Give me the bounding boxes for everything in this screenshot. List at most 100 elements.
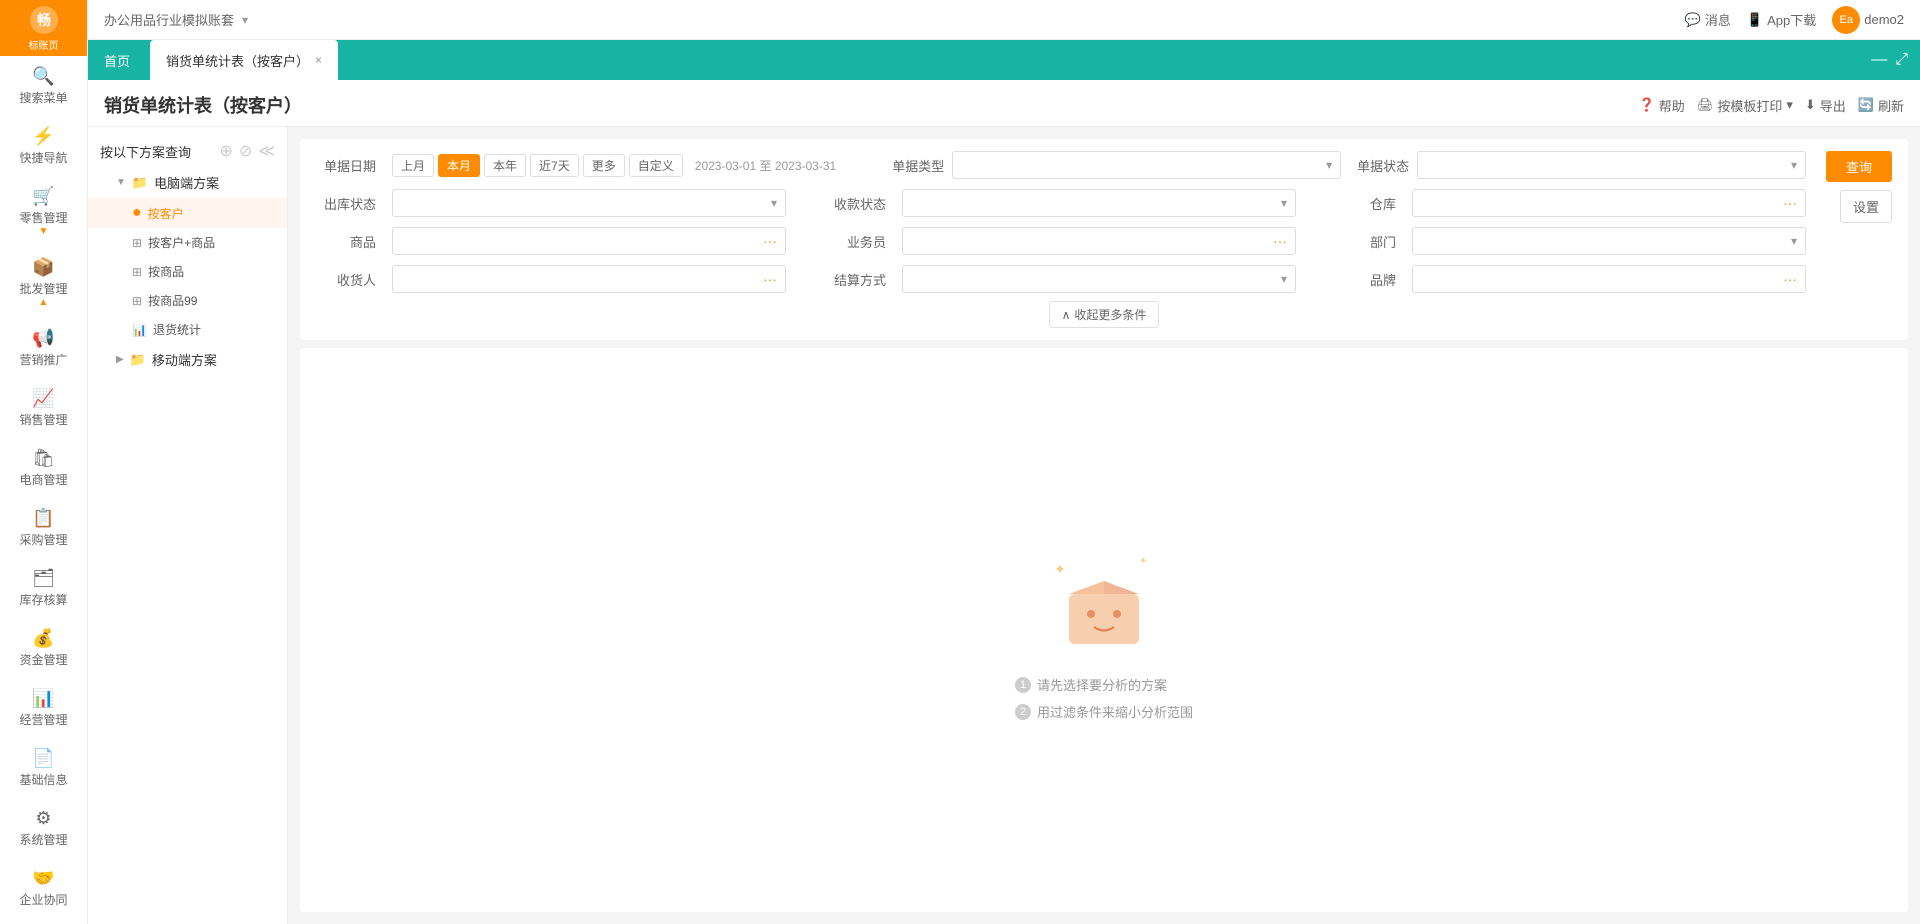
sidebar-item-guide[interactable]: 🎯 新手引导 xyxy=(0,918,87,924)
dept-input[interactable]: ▾ xyxy=(1412,227,1806,255)
status-input[interactable]: ▾ xyxy=(1417,151,1806,179)
print-icon: 🖨 xyxy=(1697,97,1714,113)
edit-scheme-icon[interactable]: ⊘ xyxy=(239,141,252,161)
sidebar-item-purchase[interactable]: 📋 采购管理 xyxy=(0,498,87,558)
receipt-input[interactable]: ▾ xyxy=(902,189,1296,217)
sidebar-item-system[interactable]: ⚙ 系统管理 xyxy=(0,798,87,858)
hint1-text: 请先选择要分析的方案 xyxy=(1037,675,1167,694)
date-btn-this-month[interactable]: 本月 xyxy=(438,154,480,177)
content-body: 按以下方案查询 ⊕ ⊘ ≪ ▼ 📁 电脑端方案 ● 按客户 xyxy=(88,127,1920,924)
tree-item-goods[interactable]: ⊞ 按商品 xyxy=(88,257,287,286)
sidebar-item-retail[interactable]: 🛒 零售管理 ▼ xyxy=(0,176,87,247)
export-label: 导出 xyxy=(1820,96,1846,115)
sidebar-item-management[interactable]: 📊 经营管理 xyxy=(0,678,87,738)
sidebar-item-collab[interactable]: 🤝 企业协同 xyxy=(0,858,87,918)
date-btn-7days[interactable]: 近7天 xyxy=(530,154,579,177)
sidebar-item-inventory[interactable]: 🗂 库存核算 xyxy=(0,558,87,618)
tab-home-label: 首页 xyxy=(104,51,130,70)
management-icon: 📊 xyxy=(32,688,54,709)
message-icon: 💬 xyxy=(1685,12,1701,28)
query-button[interactable]: 查询 xyxy=(1826,151,1892,182)
tab-minimize-icon[interactable]: — xyxy=(1871,51,1887,69)
sidebar-item-sales[interactable]: 📈 销售管理 xyxy=(0,378,87,438)
filter-row-receiver: 收货人 ··· 结算方式 ▾ 品牌 xyxy=(316,265,1806,293)
avatar: Ea xyxy=(1832,6,1860,34)
date-btn-custom[interactable]: 自定义 xyxy=(629,154,683,177)
sidebar-nav: 🔍 搜索菜单 ⚡ 快捷导航 🛒 零售管理 ▼ 📦 批发管理 ▲ 📢 营销推广 📈… xyxy=(0,56,87,924)
tab-active[interactable]: 销货单统计表（按客户） × xyxy=(150,40,338,80)
user-area[interactable]: Ea demo2 xyxy=(1832,6,1904,34)
empty-illustration: ✦ ✦ ✧ xyxy=(1044,539,1164,659)
collapse-label: 收起更多条件 xyxy=(1074,306,1146,323)
message-btn[interactable]: 💬 消息 xyxy=(1685,10,1731,29)
sidebar-item-basic[interactable]: 📄 基础信息 xyxy=(0,738,87,798)
goods-input[interactable]: ··· xyxy=(392,227,786,255)
goods-dots-icon: ··· xyxy=(763,233,777,249)
tab-close-icon[interactable]: × xyxy=(315,53,322,67)
help-label: 帮助 xyxy=(1659,96,1685,115)
app-label: App下载 xyxy=(1767,10,1816,29)
print-label: 按模板打印 xyxy=(1717,96,1782,115)
marketing-icon: 📢 xyxy=(32,328,54,349)
refresh-icon: 🔄 xyxy=(1858,97,1874,113)
sidebar-item-nav[interactable]: ⚡ 快捷导航 xyxy=(0,116,87,176)
app-download-btn[interactable]: 📱 App下载 xyxy=(1747,10,1816,29)
tree-item-return[interactable]: 📊 退货统计 xyxy=(88,315,287,344)
add-scheme-icon[interactable]: ⊕ xyxy=(219,141,232,161)
tree-item-customer-goods[interactable]: ⊞ 按客户+商品 xyxy=(88,228,287,257)
salesman-input[interactable]: ··· xyxy=(902,227,1296,255)
tab-active-label: 销货单统计表（按客户） xyxy=(166,51,309,70)
dept-label: 部门 xyxy=(1336,232,1396,251)
print-btn[interactable]: 🖨 按模板打印 ▾ xyxy=(1697,96,1793,115)
sidebar-item-search[interactable]: 🔍 搜索菜单 xyxy=(0,56,87,116)
sidebar-item-label: 采购管理 xyxy=(19,531,67,548)
warehouse-dots-icon: ··· xyxy=(1783,195,1797,211)
collapse-up-icon: ∧ xyxy=(1062,308,1071,322)
warehouse-input[interactable]: ··· xyxy=(1412,189,1806,217)
export-icon: ⬇ xyxy=(1805,97,1816,113)
help-btn[interactable]: ❓ 帮助 xyxy=(1639,96,1685,115)
out-label: 出库状态 xyxy=(316,194,376,213)
brand-input[interactable]: ··· xyxy=(1412,265,1806,293)
bar-icon: 📊 xyxy=(132,323,147,337)
tree-folder-label: 电脑端方案 xyxy=(154,173,219,192)
action-buttons: 查询 设置 xyxy=(1826,151,1892,223)
collapse-scheme-icon[interactable]: ≪ xyxy=(258,141,275,161)
sidebar-item-label: 电商管理 xyxy=(19,471,67,488)
filter-row-goods: 商品 ··· 业务员 ··· 部门 xyxy=(316,227,1806,255)
tree-item-label: 按客户+商品 xyxy=(148,234,215,251)
receiver-label: 收货人 xyxy=(316,270,376,289)
sidebar-item-marketing[interactable]: 📢 营销推广 xyxy=(0,318,87,378)
tree-item-by-customer[interactable]: ● 按客户 xyxy=(88,198,287,228)
out-input[interactable]: ▾ xyxy=(392,189,786,217)
tab-expand-icon[interactable]: ⤢ xyxy=(1895,51,1908,69)
topbar-dropdown-icon[interactable]: ▾ xyxy=(242,13,248,27)
main-area: 办公用品行业模拟账套 ▾ 💬 消息 📱 App下载 Ea demo2 首页 销货… xyxy=(88,0,1920,924)
type-input[interactable]: ▾ xyxy=(952,151,1341,179)
receiver-input[interactable]: ··· xyxy=(392,265,786,293)
sidebar-item-finance[interactable]: 💰 资金管理 xyxy=(0,618,87,678)
tab-home[interactable]: 首页 xyxy=(88,40,146,80)
hint2-num: 2 xyxy=(1015,704,1031,720)
export-btn[interactable]: ⬇ 导出 xyxy=(1805,96,1846,115)
date-range: 2023-03-01 至 2023-03-31 xyxy=(695,157,836,174)
tree-folder-mobile[interactable]: ▶ 📁 移动端方案 xyxy=(88,344,287,375)
collapse-btn[interactable]: ∧ 收起更多条件 xyxy=(1049,301,1160,328)
tree-expand-icon2: ▶ xyxy=(116,354,124,365)
date-btn-more[interactable]: 更多 xyxy=(583,154,625,177)
date-btn-last-month[interactable]: 上月 xyxy=(392,154,434,177)
sidebar-item-ecommerce[interactable]: 🛍 电商管理 xyxy=(0,438,87,498)
sidebar-item-wholesale[interactable]: 📦 批发管理 ▲ xyxy=(0,247,87,318)
set-button[interactable]: 设置 xyxy=(1840,190,1892,223)
sidebar-item-label: 企业协同 xyxy=(19,891,67,908)
topbar-right: 💬 消息 📱 App下载 Ea demo2 xyxy=(1685,6,1904,34)
tree-folder-pc[interactable]: ▼ 📁 电脑端方案 xyxy=(88,167,287,198)
refresh-btn[interactable]: 🔄 刷新 xyxy=(1858,96,1904,115)
sidebar-item-label: 快捷导航 xyxy=(19,149,67,166)
warehouse-label: 仓库 xyxy=(1336,194,1396,213)
page-title: 销货单统计表（按客户） xyxy=(104,92,302,118)
purchase-icon: 📋 xyxy=(32,508,54,529)
date-btn-this-year[interactable]: 本年 xyxy=(484,154,526,177)
settle-input[interactable]: ▾ xyxy=(902,265,1296,293)
tree-item-goods99[interactable]: ⊞ 按商品99 xyxy=(88,286,287,315)
